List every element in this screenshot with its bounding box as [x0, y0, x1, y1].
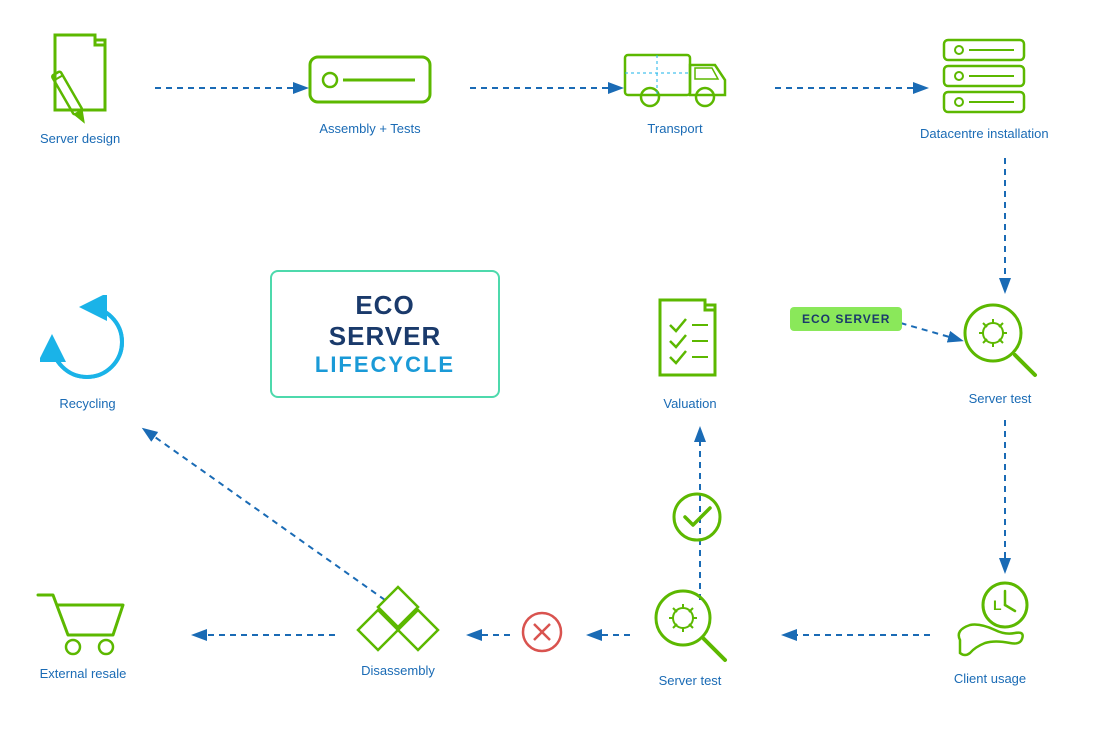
server-test-right-icon [955, 295, 1045, 385]
lifecycle-title: LIFECYCLE [300, 352, 470, 378]
disassembly-icon [353, 582, 443, 657]
recycling-icon [40, 295, 135, 390]
client-usage-icon: L [940, 575, 1040, 665]
valuation-icon [650, 295, 730, 390]
svg-text:L: L [993, 597, 1002, 613]
transport-label: Transport [647, 121, 702, 136]
node-transport: Transport [620, 35, 730, 136]
node-assembly-tests: Assembly + Tests [305, 45, 435, 136]
node-server-test-bottom: Server test [645, 582, 735, 688]
disassembly-label: Disassembly [361, 663, 435, 678]
server-design-label: Server design [40, 131, 120, 146]
server-test-right-label: Server test [969, 391, 1032, 406]
eco-server-badge: ECO SERVER [790, 307, 902, 331]
assembly-tests-icon [305, 45, 435, 115]
node-checkmark [670, 490, 725, 545]
external-resale-label: External resale [40, 666, 127, 681]
valuation-label: Valuation [663, 396, 716, 411]
node-disassembly: Disassembly [353, 582, 443, 678]
node-server-design: Server design [40, 30, 120, 146]
transport-icon [620, 35, 730, 115]
datacentre-icon [934, 30, 1034, 120]
x-circle-icon [520, 610, 565, 655]
node-datacentre: Datacentre installation [920, 30, 1049, 141]
node-client-usage: L Client usage [940, 575, 1040, 686]
checkmark-icon [670, 490, 725, 545]
eco-title: ECO SERVER [300, 290, 470, 352]
client-usage-label: Client usage [954, 671, 1026, 686]
external-resale-icon [28, 580, 138, 660]
server-test-bottom-icon [645, 582, 735, 667]
assembly-tests-label: Assembly + Tests [319, 121, 420, 136]
diagram: Server design Assembly + Tests [0, 0, 1120, 746]
server-test-bottom-label: Server test [659, 673, 722, 688]
node-server-test-right: Server test [955, 295, 1045, 406]
node-x-circle [520, 610, 565, 655]
node-external-resale: External resale [28, 580, 138, 681]
recycling-label: Recycling [59, 396, 115, 411]
server-design-icon [40, 30, 120, 125]
datacentre-label: Datacentre installation [920, 126, 1049, 141]
node-valuation: Valuation [650, 295, 730, 411]
title-box: ECO SERVER LIFECYCLE [270, 270, 500, 398]
node-recycling: Recycling [40, 295, 135, 411]
